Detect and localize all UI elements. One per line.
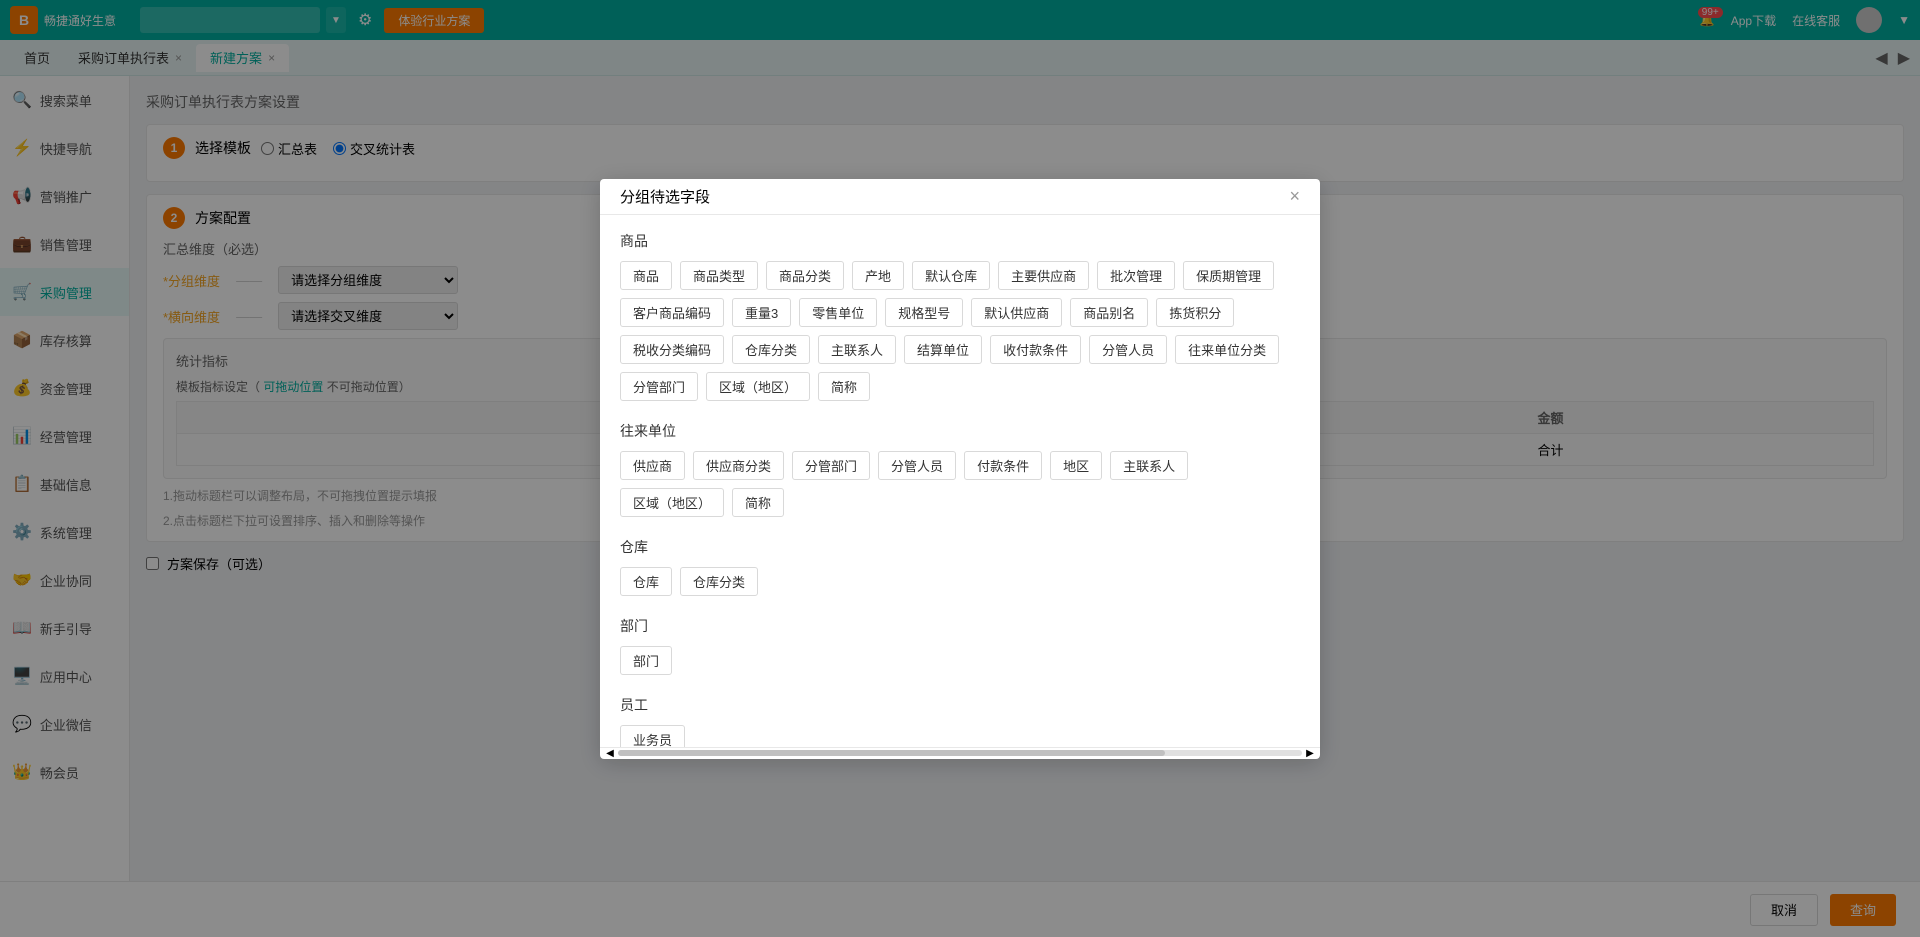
chip-origin[interactable]: 产地 — [852, 261, 904, 290]
chip-dept[interactable]: 部门 — [620, 646, 672, 675]
chip-payment-terms[interactable]: 收付款条件 — [990, 335, 1081, 364]
field-group-partner: 往来单位 供应商 供应商分类 分管部门 分管人员 付款条件 地区 主联系人 区域… — [620, 421, 1300, 517]
chip-short-name-partner[interactable]: 简称 — [732, 488, 784, 517]
chip-region-partner[interactable]: 区域（地区） — [620, 488, 724, 517]
chip-spec-model[interactable]: 规格型号 — [885, 298, 963, 327]
chip-salesperson[interactable]: 业务员 — [620, 725, 685, 747]
chip-default-warehouse[interactable]: 默认仓库 — [912, 261, 990, 290]
modal-overlay[interactable]: 分组待选字段 × 商品 商品 商品类型 商品分类 产地 默认仓库 主要供应商 批… — [0, 0, 1920, 937]
chip-product-alias[interactable]: 商品别名 — [1070, 298, 1148, 327]
chip-payment-condition[interactable]: 付款条件 — [964, 451, 1042, 480]
field-group-dept: 部门 部门 — [620, 616, 1300, 675]
chip-product-category[interactable]: 商品分类 — [766, 261, 844, 290]
field-group-employee: 员工 业务员 — [620, 695, 1300, 747]
field-group-warehouse: 仓库 仓库 仓库分类 — [620, 537, 1300, 596]
field-group-product-title: 商品 — [620, 231, 1300, 251]
chip-product[interactable]: 商品 — [620, 261, 672, 290]
chip-batch-mgmt[interactable]: 批次管理 — [1097, 261, 1175, 290]
chip-tax-code[interactable]: 税收分类编码 — [620, 335, 724, 364]
chip-retail-unit[interactable]: 零售单位 — [799, 298, 877, 327]
chip-settlement-unit[interactable]: 结算单位 — [904, 335, 982, 364]
chip-supplier[interactable]: 供应商 — [620, 451, 685, 480]
modal-title: 分组待选字段 — [620, 186, 710, 207]
chip-pick-points[interactable]: 拣货积分 — [1156, 298, 1234, 327]
field-group-product: 商品 商品 商品类型 商品分类 产地 默认仓库 主要供应商 批次管理 保质期管理… — [620, 231, 1300, 401]
field-group-dept-title: 部门 — [620, 616, 1300, 636]
field-chips-partner: 供应商 供应商分类 分管部门 分管人员 付款条件 地区 主联系人 区域（地区） … — [620, 451, 1300, 517]
field-chips-warehouse: 仓库 仓库分类 — [620, 567, 1300, 596]
field-group-partner-title: 往来单位 — [620, 421, 1300, 441]
field-group-employee-title: 员工 — [620, 695, 1300, 715]
chip-main-supplier[interactable]: 主要供应商 — [998, 261, 1089, 290]
chip-area[interactable]: 地区 — [1050, 451, 1102, 480]
chip-partner-category[interactable]: 往来单位分类 — [1175, 335, 1279, 364]
chip-warehouse-cat[interactable]: 仓库分类 — [680, 567, 758, 596]
modal-dialog: 分组待选字段 × 商品 商品 商品类型 商品分类 产地 默认仓库 主要供应商 批… — [600, 179, 1320, 759]
chip-expiry-mgmt[interactable]: 保质期管理 — [1183, 261, 1274, 290]
chip-main-contact-partner[interactable]: 主联系人 — [1110, 451, 1188, 480]
chip-person-partner[interactable]: 分管人员 — [878, 451, 956, 480]
scroll-right-arrow[interactable]: ▶ — [1302, 748, 1318, 759]
field-chips-dept: 部门 — [620, 646, 1300, 675]
modal-body: 商品 商品 商品类型 商品分类 产地 默认仓库 主要供应商 批次管理 保质期管理… — [600, 215, 1320, 747]
scroll-track — [618, 750, 1302, 756]
chip-responsible-person[interactable]: 分管人员 — [1089, 335, 1167, 364]
chip-dept-in-charge[interactable]: 分管部门 — [620, 372, 698, 401]
modal-close-button[interactable]: × — [1289, 186, 1300, 207]
chip-region-product[interactable]: 区域（地区） — [706, 372, 810, 401]
field-chips-employee: 业务员 — [620, 725, 1300, 747]
scroll-left-arrow[interactable]: ◀ — [602, 748, 618, 759]
chip-warehouse[interactable]: 仓库 — [620, 567, 672, 596]
chip-customer-product-code[interactable]: 客户商品编码 — [620, 298, 724, 327]
chip-dept-partner[interactable]: 分管部门 — [792, 451, 870, 480]
chip-main-contact[interactable]: 主联系人 — [818, 335, 896, 364]
chip-short-name-product[interactable]: 简称 — [818, 372, 870, 401]
scroll-thumb — [618, 750, 1165, 756]
modal-header: 分组待选字段 × — [600, 179, 1320, 215]
modal-scrollbar[interactable]: ◀ ▶ — [600, 747, 1320, 759]
chip-weight3[interactable]: 重量3 — [732, 298, 791, 327]
chip-warehouse-category[interactable]: 仓库分类 — [732, 335, 810, 364]
chip-product-type[interactable]: 商品类型 — [680, 261, 758, 290]
field-group-warehouse-title: 仓库 — [620, 537, 1300, 557]
field-chips-product: 商品 商品类型 商品分类 产地 默认仓库 主要供应商 批次管理 保质期管理 客户… — [620, 261, 1300, 401]
chip-supplier-category[interactable]: 供应商分类 — [693, 451, 784, 480]
chip-default-supplier[interactable]: 默认供应商 — [971, 298, 1062, 327]
